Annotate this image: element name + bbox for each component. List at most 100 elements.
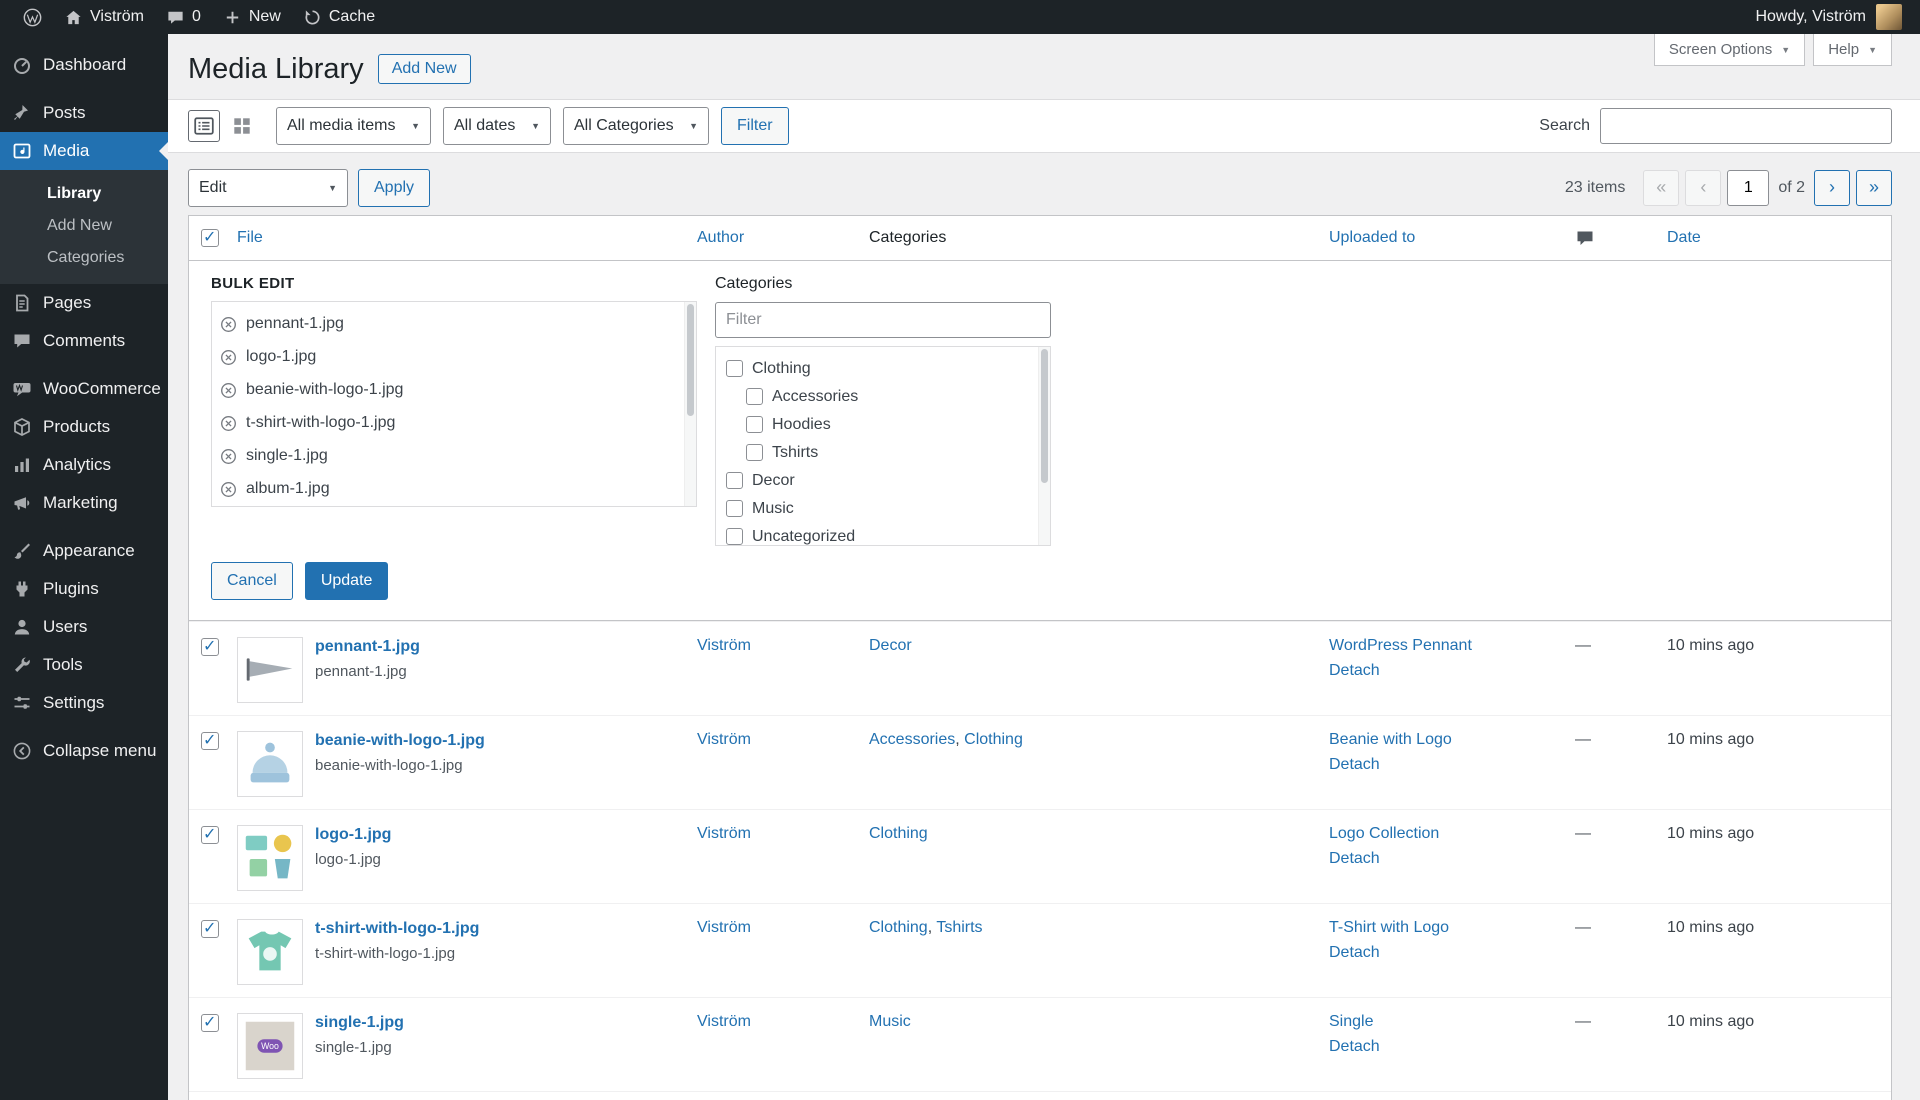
category-checkbox[interactable] [726,528,743,545]
column-date-sort[interactable]: Date [1667,229,1701,247]
category-link[interactable]: Tshirts [936,919,982,936]
row-checkbox[interactable] [201,918,219,938]
category-checkbox[interactable] [746,388,763,406]
last-page-button[interactable]: » [1856,169,1892,206]
column-file-sort[interactable]: File [237,229,263,247]
next-page-button[interactable]: › [1814,169,1850,206]
sidebar-item-settings[interactable]: Settings [0,684,168,722]
row-checkbox[interactable] [201,730,219,750]
remove-file-icon[interactable] [220,481,237,498]
sidebar-item-analytics[interactable]: Analytics [0,446,168,484]
category-option-decor[interactable]: Decor [726,467,1032,495]
cache-menu[interactable]: Cache [292,0,386,34]
category-link[interactable]: Accessories [869,731,955,748]
category-checkbox[interactable] [726,472,743,490]
apply-button[interactable]: Apply [358,168,431,207]
sidebar-item-dashboard[interactable]: Dashboard [0,46,168,84]
category-option-hoodies[interactable]: Hoodies [746,411,1032,439]
current-page-input[interactable] [1727,169,1770,206]
submenu-item-categories[interactable]: Categories [0,242,168,274]
sidebar-item-woocommerce[interactable]: WooCommerce [0,370,168,408]
row-checkbox[interactable] [201,824,219,844]
category-link[interactable]: Clothing [869,825,928,842]
new-content-menu[interactable]: New [212,0,292,34]
row-checkbox[interactable] [201,1012,219,1032]
bulk-action-select[interactable]: Edit [188,168,348,207]
submenu-item-library[interactable]: Library [0,178,168,210]
screen-options-button[interactable]: Screen Options ▼ [1653,34,1806,66]
category-option-uncategorized[interactable]: Uncategorized [726,523,1032,545]
detach-link[interactable]: Detach [1329,1038,1380,1056]
category-checkbox[interactable] [746,416,763,434]
sidebar-item-posts[interactable]: Posts [0,94,168,132]
remove-file-icon[interactable] [220,349,237,366]
sidebar-item-media[interactable]: Media [0,132,168,170]
sidebar-item-collapse[interactable]: Collapse menu [0,732,168,770]
sidebar-item-appearance[interactable]: Appearance [0,532,168,570]
comments-menu[interactable]: 0 [155,0,212,34]
sidebar-item-pages[interactable]: Pages [0,284,168,322]
uploaded-to-link[interactable]: Single [1329,1013,1373,1031]
sidebar-item-products[interactable]: Products [0,408,168,446]
detach-link[interactable]: Detach [1329,944,1380,962]
site-name-menu[interactable]: Viström [53,0,155,34]
detach-link[interactable]: Detach [1329,756,1380,774]
select-all-checkbox[interactable] [201,227,219,247]
author-link[interactable]: Viström [697,825,751,842]
category-option-clothing[interactable]: Clothing [726,355,1032,383]
date-filter[interactable]: All dates [443,106,551,145]
file-title-link[interactable]: logo-1.jpg [315,826,391,844]
category-option-tshirts[interactable]: Tshirts [746,439,1032,467]
sidebar-item-marketing[interactable]: Marketing [0,484,168,522]
filter-button[interactable]: Filter [721,106,789,145]
author-link[interactable]: Viström [697,919,751,936]
scrollbar-thumb[interactable] [687,303,694,416]
file-title-link[interactable]: t-shirt-with-logo-1.jpg [315,920,479,938]
grid-view-button[interactable] [226,110,258,142]
media-type-filter[interactable]: All media items [276,106,431,145]
detach-link[interactable]: Detach [1329,850,1380,868]
category-link[interactable]: Clothing [869,919,928,936]
author-link[interactable]: Viström [697,637,751,654]
my-account-menu[interactable]: Howdy, Viström [1755,4,1908,30]
uploaded-to-link[interactable]: Logo Collection [1329,825,1439,843]
category-option-music[interactable]: Music [726,495,1032,523]
scrollbar[interactable] [684,301,696,506]
search-input[interactable] [1600,107,1892,144]
category-link[interactable]: Clothing [964,731,1023,748]
author-link[interactable]: Viström [697,1013,751,1030]
file-title-link[interactable]: pennant-1.jpg [315,638,420,656]
file-title-link[interactable]: single-1.jpg [315,1014,404,1032]
help-button[interactable]: Help ▼ [1813,34,1892,66]
column-author-sort[interactable]: Author [697,229,744,247]
file-title-link[interactable]: beanie-with-logo-1.jpg [315,732,485,750]
category-filter[interactable]: All Categories [563,106,709,145]
first-page-button[interactable]: « [1643,169,1680,206]
remove-file-icon[interactable] [220,448,237,465]
update-button[interactable]: Update [304,561,389,600]
sidebar-item-tools[interactable]: Tools [0,646,168,684]
remove-file-icon[interactable] [220,415,237,432]
author-link[interactable]: Viström [697,731,751,748]
uploaded-to-link[interactable]: WordPress Pennant [1329,637,1472,655]
category-link[interactable]: Decor [869,637,912,654]
category-filter-input[interactable] [715,301,1051,338]
uploaded-to-link[interactable]: T-Shirt with Logo [1329,919,1449,937]
sidebar-item-users[interactable]: Users [0,608,168,646]
category-checkbox[interactable] [746,444,763,462]
wordpress-logo-menu[interactable] [12,0,53,34]
detach-link[interactable]: Detach [1329,662,1380,680]
category-checkbox[interactable] [726,500,743,518]
scrollbar[interactable] [1038,346,1050,545]
submenu-item-add-new[interactable]: Add New [0,210,168,242]
sidebar-item-comments[interactable]: Comments [0,322,168,360]
add-new-button[interactable]: Add New [377,54,471,85]
sidebar-item-plugins[interactable]: Plugins [0,570,168,608]
column-uploaded-to-sort[interactable]: Uploaded to [1329,229,1415,247]
comments-column-icon[interactable] [1575,228,1595,248]
category-checkbox[interactable] [726,360,743,378]
remove-file-icon[interactable] [220,316,237,333]
category-link[interactable]: Music [869,1013,911,1030]
prev-page-button[interactable]: ‹ [1685,169,1722,206]
uploaded-to-link[interactable]: Beanie with Logo [1329,731,1452,749]
